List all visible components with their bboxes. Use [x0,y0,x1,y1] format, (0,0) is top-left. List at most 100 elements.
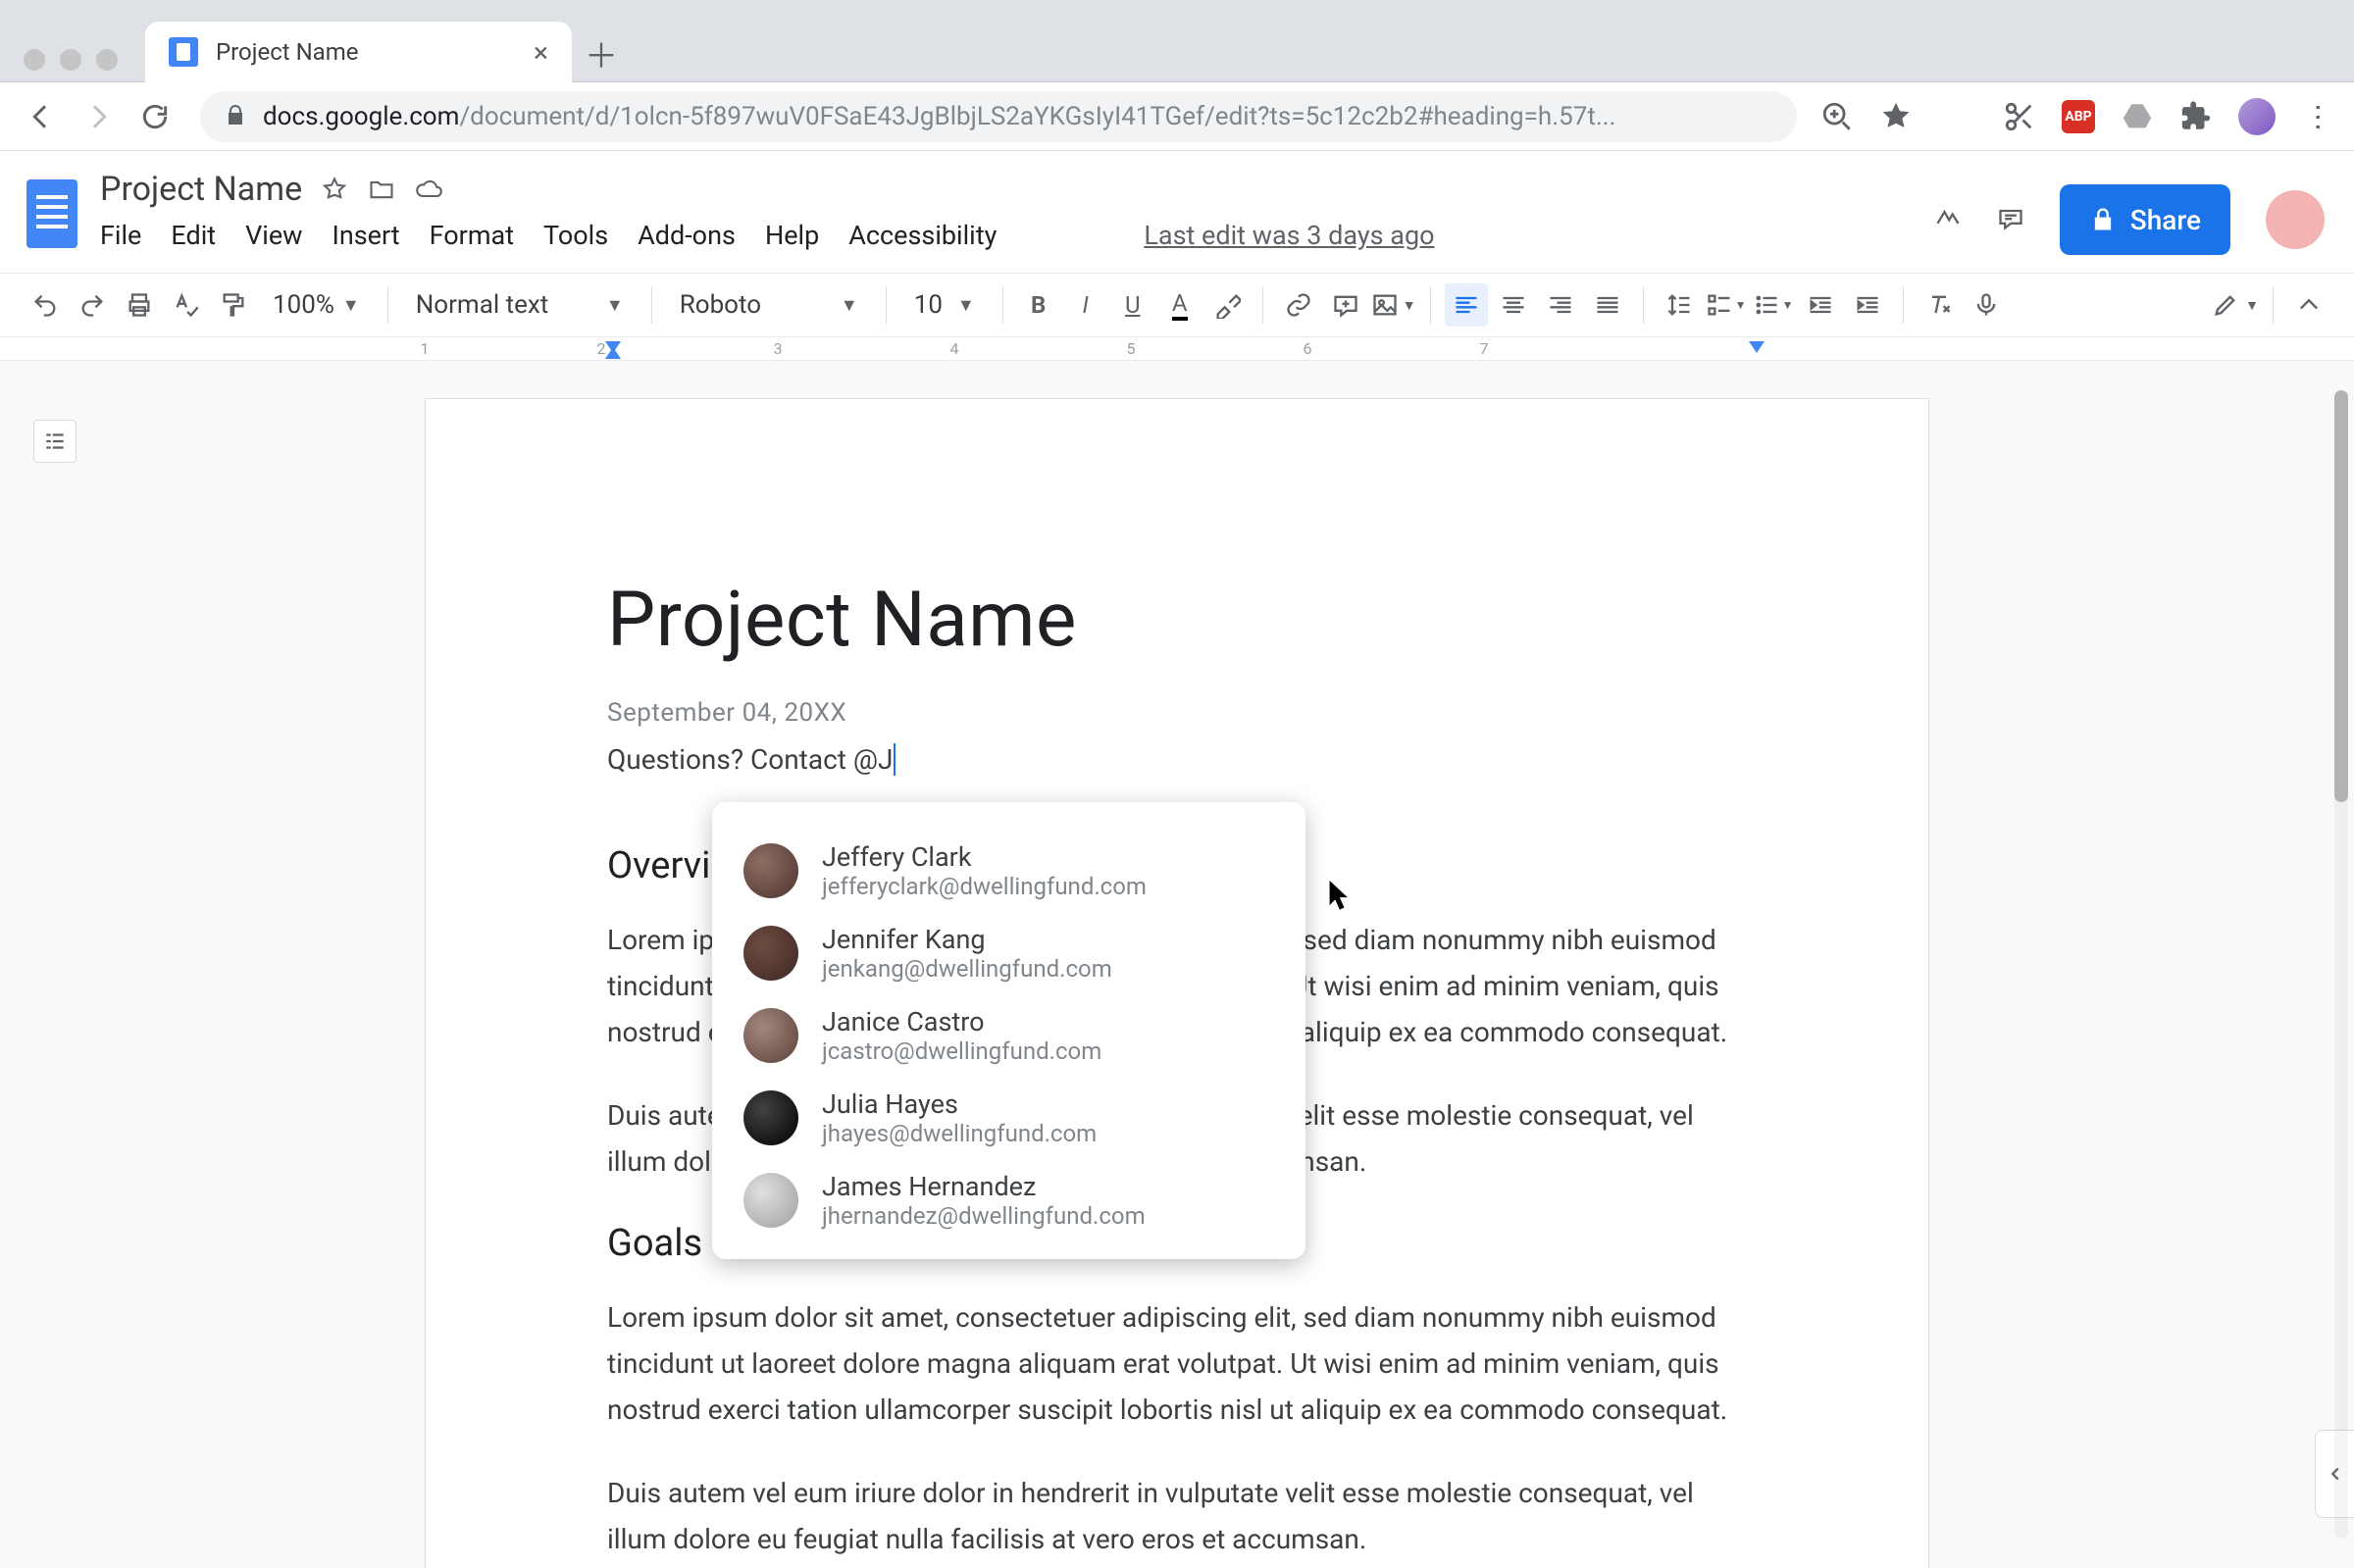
doc-contact-line[interactable]: Questions? Contact @J [607,743,1747,776]
window-zoom-dot[interactable] [96,49,118,71]
menu-format[interactable]: Format [430,220,514,251]
avatar-icon [743,843,798,898]
scissors-icon[interactable] [2003,100,2036,133]
tab-title: Project Name [216,38,516,66]
underline-button[interactable]: U [1111,283,1154,327]
font-family-value: Roboto [680,290,761,320]
paint-format-button[interactable] [212,283,255,327]
forward-button[interactable] [77,95,120,138]
mention-item[interactable]: James Hernandez jhernandez@dwellingfund.… [712,1159,1305,1241]
font-size-dropdown[interactable]: 10▼ [900,283,989,327]
mention-name: Jennifer Kang [822,924,1112,955]
back-button[interactable] [20,95,63,138]
show-outline-button[interactable] [33,420,77,463]
browser-tab-active[interactable]: Project Name × [145,22,572,82]
close-tab-icon[interactable]: × [534,36,548,69]
paragraph-style-dropdown[interactable]: Normal text▼ [402,283,638,327]
font-family-dropdown[interactable]: Roboto▼ [666,283,872,327]
collapse-toolbar-button[interactable] [2287,283,2330,327]
italic-button[interactable]: I [1064,283,1107,327]
account-avatar[interactable] [2266,190,2325,249]
right-indent-marker[interactable] [1749,341,1765,353]
doc-heading-title[interactable]: Project Name [607,576,1747,665]
lock-icon [224,103,247,130]
move-folder-icon[interactable] [367,175,396,204]
mention-item[interactable]: Julia Hayes jhayes@dwellingfund.com [712,1077,1305,1159]
spellcheck-button[interactable] [165,283,208,327]
menu-tools[interactable]: Tools [543,220,608,251]
highlight-color-button[interactable] [1205,283,1249,327]
mention-email: jefferyclark@dwellingfund.com [822,873,1147,900]
address-bar[interactable]: docs.google.com/document/d/1olcn-5f897wu… [200,91,1797,142]
zoom-dropdown[interactable]: 100%▼ [259,283,374,327]
last-edit-link[interactable]: Last edit was 3 days ago [1144,220,1434,251]
activity-icon[interactable] [1934,204,1962,235]
menu-help[interactable]: Help [765,220,819,251]
print-button[interactable] [118,283,161,327]
window-minimize-dot[interactable] [60,49,81,71]
line-spacing-button[interactable] [1658,283,1701,327]
increase-indent-button[interactable] [1846,283,1889,327]
decrease-indent-button[interactable] [1799,283,1842,327]
add-comment-button[interactable] [1324,283,1367,327]
redo-button[interactable] [71,283,114,327]
voice-typing-button[interactable] [1965,283,2008,327]
cloud-status-icon[interactable] [414,175,443,204]
reload-button[interactable] [133,95,177,138]
horizontal-ruler[interactable]: 1 2 3 4 5 6 7 [0,337,2354,361]
clear-formatting-button[interactable] [1918,283,1961,327]
chrome-menu-icon[interactable]: ⋯ [2301,100,2334,133]
text-color-button[interactable]: A [1158,283,1202,327]
align-center-button[interactable] [1492,283,1535,327]
ruler-tick: 6 [1304,339,1312,358]
document-title[interactable]: Project Name [100,170,302,209]
menu-accessibility[interactable]: Accessibility [848,220,997,251]
abp-extension-icon[interactable]: ABP [2062,100,2095,133]
avatar-icon [743,926,798,981]
menu-edit[interactable]: Edit [171,220,216,251]
checklist-button[interactable]: ▼ [1705,283,1748,327]
bookmark-star-icon[interactable] [1879,100,1913,133]
mention-item[interactable]: Jeffery Clark jefferyclark@dwellingfund.… [712,830,1305,912]
editing-mode-button[interactable]: ▼ [2212,283,2259,327]
menu-file[interactable]: File [100,220,141,251]
docs-favicon [169,37,198,67]
document-canvas[interactable]: Project Name September 04, 20XX Question… [0,361,2354,1568]
mention-email: jcastro@dwellingfund.com [822,1037,1101,1065]
contact-text: Questions? Contact @J [607,743,893,776]
share-button[interactable]: Share [2060,184,2230,255]
align-right-button[interactable] [1539,283,1582,327]
bulleted-list-button[interactable]: ▼ [1752,283,1795,327]
new-tab-button[interactable]: ＋ [572,24,631,82]
doc-date-line[interactable]: September 04, 20XX [607,698,1747,728]
drive-extension-icon[interactable] [2121,100,2154,133]
docs-home-icon[interactable] [20,171,84,257]
bold-button[interactable]: B [1017,283,1060,327]
align-justify-button[interactable] [1586,283,1629,327]
insert-link-button[interactable] [1277,283,1320,327]
mouse-cursor-icon [1328,881,1354,920]
goals-paragraph-2[interactable]: Duis autem vel eum iriure dolor in hendr… [607,1470,1747,1562]
zoom-value: 100% [273,290,334,320]
vertical-scrollbar[interactable] [2334,390,2348,1539]
open-comments-icon[interactable] [1997,204,2024,235]
scrollbar-thumb[interactable] [2334,390,2348,802]
undo-button[interactable] [24,283,67,327]
insert-image-button[interactable]: ▼ [1371,283,1416,327]
align-left-button[interactable] [1445,283,1488,327]
menu-addons[interactable]: Add-ons [638,220,736,251]
avatar-icon [743,1173,798,1228]
window-close-dot[interactable] [24,49,45,71]
profile-avatar-icon[interactable] [2238,98,2276,135]
mention-item[interactable]: Janice Castro jcastro@dwellingfund.com [712,994,1305,1077]
goals-paragraph-1[interactable]: Lorem ipsum dolor sit amet, consectetuer… [607,1294,1747,1433]
zoom-icon[interactable] [1820,100,1854,133]
menu-insert[interactable]: Insert [332,220,399,251]
left-indent-marker[interactable] [605,347,621,359]
docs-header: Project Name File Edit View Insert Forma… [0,151,2354,273]
browser-right-icons: ABP ⋯ [1820,98,2334,135]
menu-view[interactable]: View [245,220,302,251]
mention-item[interactable]: Jennifer Kang jenkang@dwellingfund.com [712,912,1305,994]
star-icon[interactable] [320,175,349,204]
extensions-icon[interactable] [2179,100,2213,133]
